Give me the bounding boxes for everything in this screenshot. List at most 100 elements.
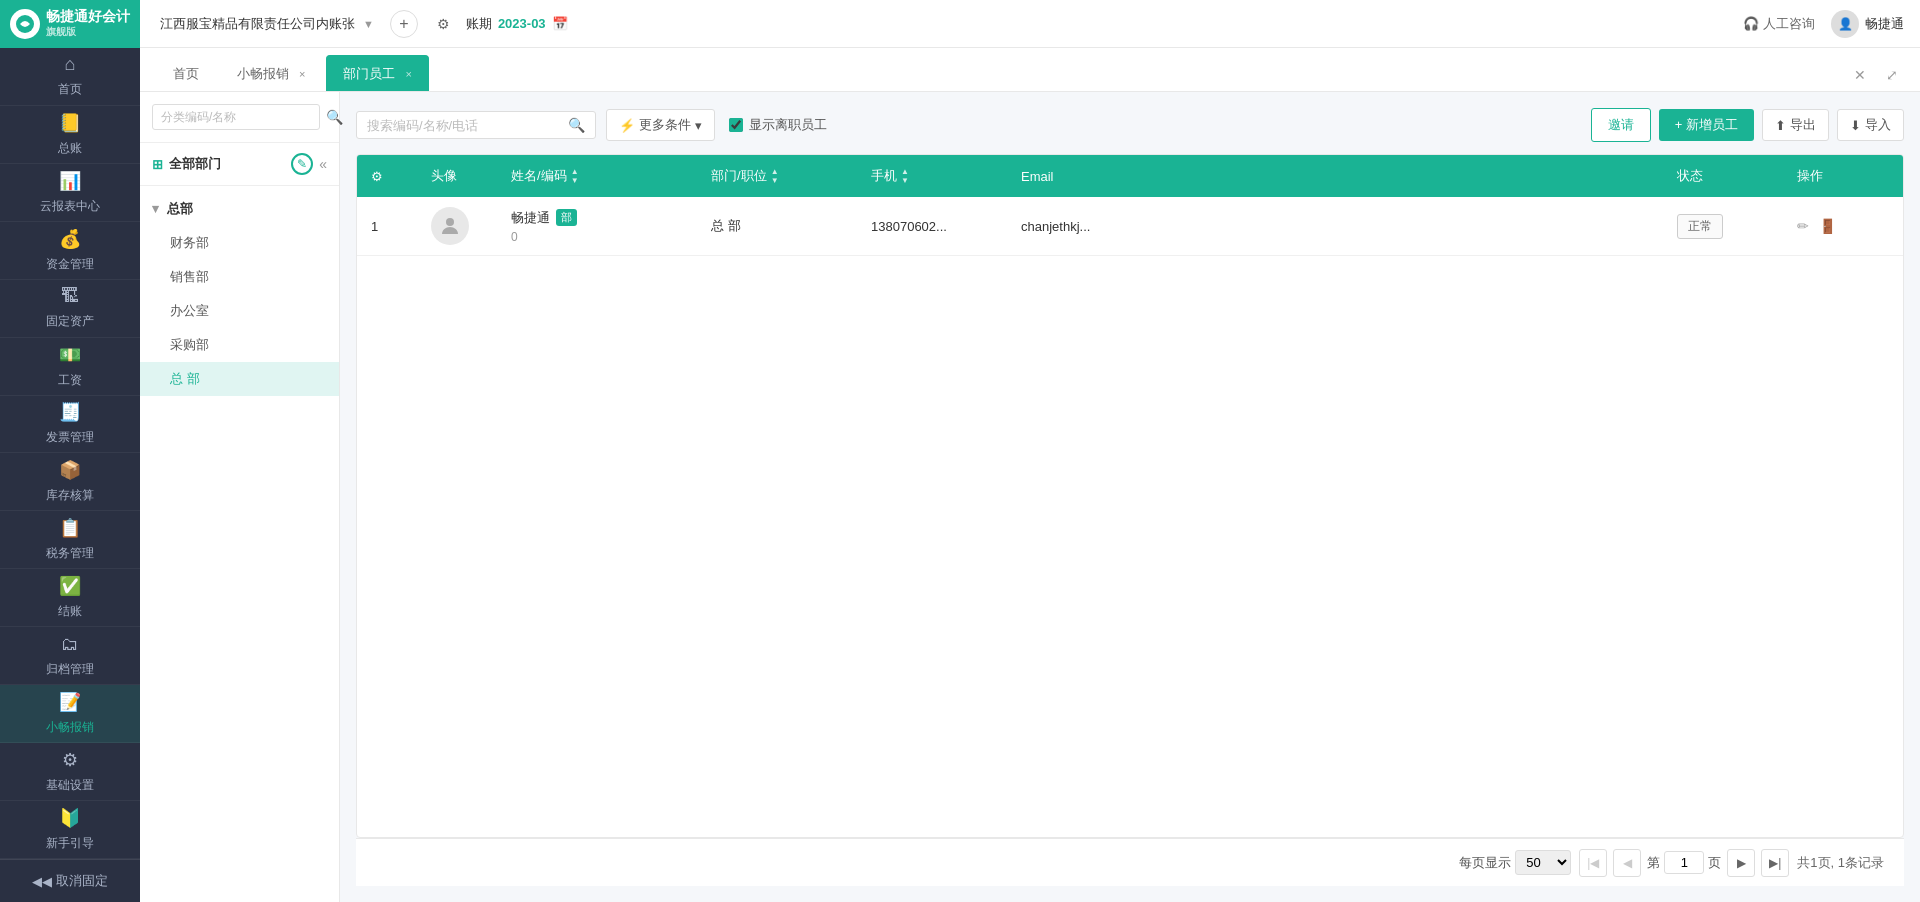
dept-edit-button[interactable]: ✎ [291,153,313,175]
sidebar-label-funds: 资金管理 [46,256,94,273]
dept-node-office[interactable]: 办公室 [140,294,339,328]
sidebar-item-invoice[interactable]: 🧾 发票管理 [0,396,140,454]
tab-dept-emp[interactable]: 部门员工 × [326,55,428,91]
page-total: 共1页, 1条记录 [1797,854,1884,872]
xiaochang-icon: 📝 [59,691,81,713]
cell-name: 畅捷通 部 0 [497,197,697,255]
sidebar-item-inventory[interactable]: 📦 库存核算 [0,453,140,511]
col-dept[interactable]: 部门/职位 ▲▼ [697,155,857,197]
consult-label: 人工咨询 [1763,15,1815,33]
dept-search-input[interactable] [152,104,320,130]
dept-sort-arrows: ▲▼ [771,168,779,185]
next-page-button[interactable]: ▶ [1727,849,1755,877]
company-dropdown-icon: ▼ [363,18,374,30]
dept-node-finance[interactable]: 财务部 [140,226,339,260]
sidebar-item-funds[interactable]: 💰 资金管理 [0,222,140,280]
add-emp-label: + 新增员工 [1675,116,1738,134]
sidebar-item-xiaochang[interactable]: 📝 小畅报销 [0,685,140,743]
col-name[interactable]: 姓名/编码 ▲▼ [497,155,697,197]
first-page-button[interactable]: |◀ [1579,849,1607,877]
search-icon[interactable]: 🔍 [568,117,585,133]
add-employee-button[interactable]: + 新增员工 [1659,109,1754,141]
topbar-actions: + ⚙ [390,10,458,38]
sidebar-item-home[interactable]: ⌂ 首页 [0,48,140,106]
page-size-dropdown[interactable]: 10 20 50 100 [1515,850,1571,875]
name-badge: 畅捷通 部 [511,209,577,227]
user-info[interactable]: 👤 畅捷通 [1831,10,1904,38]
employee-search-box: 🔍 [356,111,596,139]
prev-page-button[interactable]: ◀ [1613,849,1641,877]
edit-action-icon[interactable]: ✏ [1797,218,1809,234]
employee-code: 0 [511,230,577,244]
dept-header: ⊞ 全部部门 ✎ « [140,143,339,186]
logo-text: 畅捷通好会计 [46,8,130,25]
main-layout: ⌂ 首页 📒 总账 📊 云报表中心 💰 资金管理 🏗 固定资产 💵 工资 🧾 发… [0,48,1920,902]
add-button[interactable]: + [390,10,418,38]
sidebar-label-settings: 基础设置 [46,777,94,794]
close-tab-button[interactable]: ✕ [1848,63,1872,87]
left-arrow-icon: ◀◀ [32,874,52,889]
invite-button[interactable]: 邀请 [1591,108,1651,142]
consult-button[interactable]: 🎧 人工咨询 [1743,15,1815,33]
filter-button[interactable]: ⚡ 更多条件 ▾ [606,109,715,141]
page-number-input[interactable] [1664,851,1704,874]
user-name: 畅捷通 [1865,15,1904,33]
expand-icon: ▾ [152,201,159,216]
logout-action-icon[interactable]: 🚪 [1819,218,1836,234]
grid-icon: ⊞ [152,157,163,172]
company-selector[interactable]: 江西服宝精品有限责任公司内账张 ▼ [160,15,374,33]
sidebar-label-guide: 新手引导 [46,835,94,852]
page-size-label: 每页显示 [1459,854,1511,872]
resigned-check[interactable] [729,118,743,132]
sidebar-item-salary[interactable]: 💵 工资 [0,338,140,396]
sidebar-item-ledger[interactable]: 📒 总账 [0,106,140,164]
sidebar-item-archive[interactable]: 🗂 归档管理 [0,627,140,685]
dept-node-sales[interactable]: 销售部 [140,260,339,294]
dept-node-general[interactable]: ▾ 总部 [140,192,339,226]
sidebar-item-settle[interactable]: ✅ 结账 [0,569,140,627]
tab-xiaochang-close[interactable]: × [299,68,305,80]
col-phone[interactable]: 手机 ▲▼ [857,155,1007,197]
unpin-sidebar-button[interactable]: ◀◀ 取消固定 [0,859,140,902]
period-value: 2023-03 [498,16,546,31]
name-sort-arrows: ▲▼ [571,168,579,185]
tab-home[interactable]: 首页 [156,55,216,91]
export-button[interactable]: ⬆ 导出 [1762,109,1829,141]
sidebar-item-reports[interactable]: 📊 云报表中心 [0,164,140,222]
sidebar-item-settings[interactable]: ⚙ 基础设置 [0,743,140,801]
collapse-button[interactable]: « [319,156,327,172]
inventory-icon: 📦 [59,459,81,481]
invite-label: 邀请 [1608,117,1634,132]
show-resigned-checkbox[interactable]: 显示离职员工 [729,116,827,134]
dept-node-general2[interactable]: 总 部 [140,362,339,396]
dept-search-area: 🔍 [140,92,339,143]
tab-dept-close[interactable]: × [405,68,411,80]
import-button[interactable]: ⬇ 导入 [1837,109,1904,141]
guide-icon: 🔰 [59,807,81,829]
cell-email: chanjethkj... [1007,197,1663,255]
expand-tab-button[interactable]: ⤢ [1880,63,1904,87]
page-size-select: 每页显示 10 20 50 100 [1459,850,1571,875]
tab-xiaochang[interactable]: 小畅报销 × [220,55,322,91]
toolbar-right: 邀请 + 新增员工 ⬆ 导出 ⬇ 导入 [1591,108,1904,142]
col-settings[interactable]: ⚙ [357,155,417,197]
show-resigned-label: 显示离职员工 [749,116,827,134]
sidebar-item-tax[interactable]: 📋 税务管理 [0,511,140,569]
page-label: 页 [1708,854,1721,872]
col-actions: 操作 [1783,155,1903,197]
assets-icon: 🏗 [61,286,79,307]
sidebar-item-guide[interactable]: 🔰 新手引导 [0,801,140,859]
tabs-bar: 首页 小畅报销 × 部门员工 × ✕ ⤢ [140,48,1920,92]
employee-search-input[interactable] [367,118,568,133]
sidebar-item-assets[interactable]: 🏗 固定资产 [0,280,140,338]
sidebar-label-tax: 税务管理 [46,545,94,562]
last-page-button[interactable]: ▶| [1761,849,1789,877]
logo-icon [10,9,40,39]
status-badge: 正常 [1677,214,1723,239]
calendar-icon[interactable]: 📅 [552,16,568,31]
company-name: 江西服宝精品有限责任公司内账张 [160,15,355,33]
settings-button[interactable]: ⚙ [430,10,458,38]
settle-icon: ✅ [59,575,81,597]
all-dept-button[interactable]: ⊞ 全部部门 [152,155,221,173]
dept-node-purchase[interactable]: 采购部 [140,328,339,362]
